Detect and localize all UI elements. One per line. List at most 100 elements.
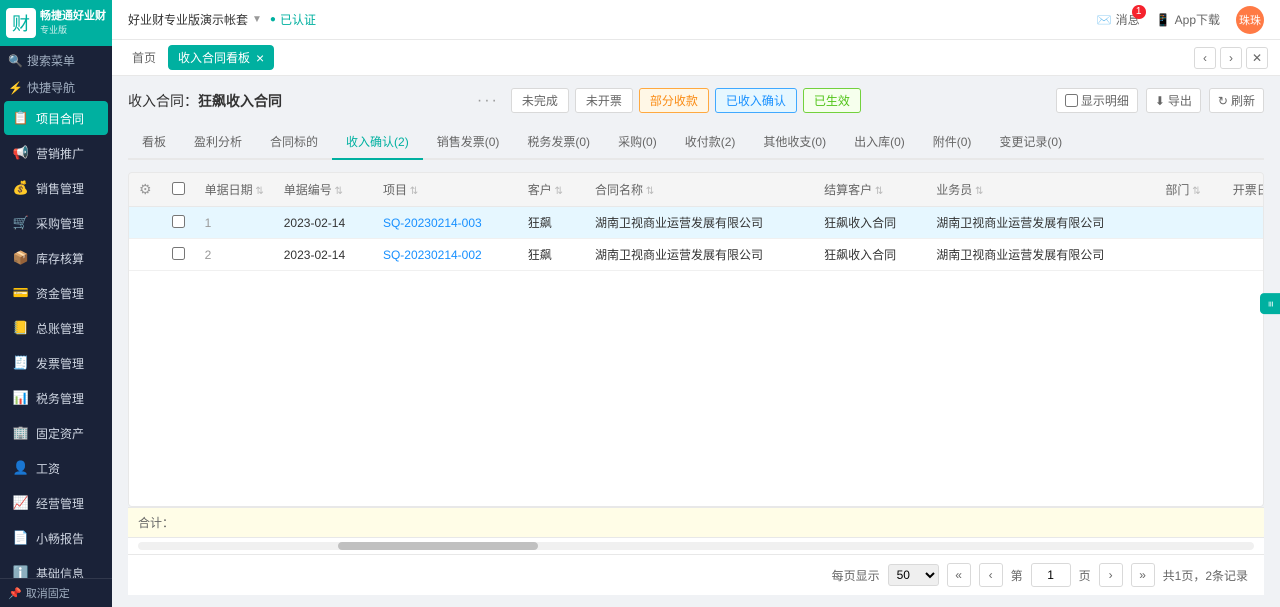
sidebar-item-fixed-assets[interactable]: 🏢 固定资产 bbox=[4, 416, 108, 450]
col-date[interactable]: 单据日期 bbox=[195, 173, 274, 207]
sidebar-item-ops[interactable]: 📈 经营管理 bbox=[4, 486, 108, 520]
tab-sales-invoice[interactable]: 销售发票(0) bbox=[423, 125, 514, 160]
sidebar-item-label: 基础信息 bbox=[36, 565, 84, 579]
tab-revenue-recognition[interactable]: 收入确认(2) bbox=[332, 125, 423, 160]
row-customer: 湖南卫视商业运营发展有限公司 bbox=[585, 207, 814, 239]
home-tab[interactable]: 首页 bbox=[124, 45, 164, 70]
status-confirmed[interactable]: 已收入确认 bbox=[715, 88, 797, 113]
export-button[interactable]: ⬇ 导出 bbox=[1146, 88, 1201, 113]
row-project: 狂飙 bbox=[518, 239, 585, 271]
search-menu[interactable]: 🔍 搜索菜单 bbox=[0, 46, 112, 75]
refresh-button[interactable]: ↻ 刷新 bbox=[1209, 88, 1264, 113]
tab-prev-button[interactable]: ‹ bbox=[1194, 47, 1216, 69]
first-page-button[interactable]: « bbox=[947, 563, 971, 587]
app-download-button[interactable]: 📱 App下载 bbox=[1156, 11, 1220, 28]
sidebar-item-invoice[interactable]: 🧾 发票管理 bbox=[4, 346, 108, 380]
per-page-select[interactable]: 50 100 200 bbox=[888, 564, 939, 586]
col-billing-customer[interactable]: 结算客户 bbox=[814, 173, 926, 207]
status-partial-payment[interactable]: 部分收款 bbox=[639, 88, 709, 113]
col-contract-name[interactable]: 合同名称 bbox=[585, 173, 814, 207]
logo-icon: 财 bbox=[6, 8, 36, 38]
close-tab-button[interactable]: × bbox=[256, 51, 264, 65]
row-order-no[interactable]: SQ-20230214-002 bbox=[373, 239, 518, 271]
order-link[interactable]: SQ-20230214-003 bbox=[383, 216, 482, 230]
more-options-button[interactable]: ··· bbox=[477, 92, 499, 110]
user-avatar[interactable]: 珠珠 bbox=[1236, 6, 1264, 34]
tab-kanban[interactable]: 看板 bbox=[128, 125, 180, 160]
sidebar-item-funds[interactable]: 💳 资金管理 bbox=[4, 276, 108, 310]
sidebar-item-label: 固定资产 bbox=[36, 425, 84, 442]
horizontal-scrollbar[interactable] bbox=[138, 542, 1254, 550]
sidebar-item-label: 发票管理 bbox=[36, 355, 84, 372]
funds-icon: 💳 bbox=[12, 284, 30, 302]
table-row[interactable]: 2 2023-02-14 SQ-20230214-002 狂飙 湖南卫视商业运营… bbox=[129, 239, 1264, 271]
active-tab[interactable]: 收入合同看板 × bbox=[168, 45, 274, 70]
prev-page-button[interactable]: ‹ bbox=[979, 563, 1003, 587]
page-number-input[interactable] bbox=[1031, 563, 1071, 587]
col-project[interactable]: 项目 bbox=[373, 173, 518, 207]
status-effective[interactable]: 已生效 bbox=[803, 88, 861, 113]
project-icon: 📋 bbox=[12, 109, 30, 127]
tab-nav: ‹ › ✕ bbox=[1194, 47, 1268, 69]
tab-next-button[interactable]: › bbox=[1220, 47, 1242, 69]
tab-contract-items[interactable]: 合同标的 bbox=[256, 125, 332, 160]
sidebar-item-basic-info[interactable]: ℹ️ 基础信息 bbox=[4, 556, 108, 578]
sidebar-item-purchase[interactable]: 🛒 采购管理 bbox=[4, 206, 108, 240]
detail-checkbox[interactable] bbox=[1065, 94, 1078, 107]
sidebar-item-label: 营销推广 bbox=[36, 145, 84, 162]
display-detail-toggle[interactable]: 显示明细 bbox=[1056, 88, 1138, 113]
sidebar-item-reports[interactable]: 📄 小畅报告 bbox=[4, 521, 108, 555]
display-detail-label: 显示明细 bbox=[1081, 92, 1129, 109]
tab-close-button[interactable]: ✕ bbox=[1246, 47, 1268, 69]
row-billing-customer: 湖南卫视商业运营发展有限公司 bbox=[926, 207, 1155, 239]
page-label-end: 页 bbox=[1079, 567, 1091, 584]
message-button[interactable]: ✉️ 消息 1 bbox=[1097, 11, 1140, 28]
company-selector[interactable]: 好业财专业版演示帐套 ▼ bbox=[128, 11, 262, 28]
status-uninvoiced[interactable]: 未开票 bbox=[575, 88, 633, 113]
col-order-no[interactable]: 单据编号 bbox=[274, 173, 373, 207]
sidebar-item-hr[interactable]: 👤 工资 bbox=[4, 451, 108, 485]
col-department[interactable]: 部门 bbox=[1155, 173, 1222, 207]
row-checkbox-cell[interactable] bbox=[162, 207, 195, 239]
order-link[interactable]: SQ-20230214-002 bbox=[383, 248, 482, 262]
sidebar-item-sales[interactable]: 💰 销售管理 bbox=[4, 171, 108, 205]
next-page-button[interactable]: › bbox=[1099, 563, 1123, 587]
tab-payment[interactable]: 收付款(2) bbox=[671, 125, 750, 160]
unpin-label: 取消固定 bbox=[26, 585, 70, 601]
select-all-col[interactable] bbox=[162, 173, 195, 207]
row-order-no[interactable]: SQ-20230214-003 bbox=[373, 207, 518, 239]
gear-icon[interactable]: ⚙ bbox=[139, 181, 152, 197]
tax-icon: 📊 bbox=[12, 389, 30, 407]
topbar-right: ✉️ 消息 1 📱 App下载 珠珠 bbox=[1097, 6, 1264, 34]
select-all-checkbox[interactable] bbox=[172, 182, 185, 195]
settings-col-header[interactable]: ⚙ bbox=[129, 173, 162, 207]
unpin-button[interactable]: 📌 取消固定 bbox=[0, 578, 112, 607]
tab-warehouse[interactable]: 出入库(0) bbox=[840, 125, 919, 160]
row-checkbox[interactable] bbox=[172, 247, 185, 260]
tab-profit-analysis[interactable]: 盈利分析 bbox=[180, 125, 256, 160]
sidebar-item-tax[interactable]: 📊 税务管理 bbox=[4, 381, 108, 415]
right-float-button[interactable]: ≡ bbox=[1260, 293, 1280, 315]
tab-other-income[interactable]: 其他收支(0) bbox=[749, 125, 840, 160]
sidebar-item-marketing[interactable]: 📢 营销推广 bbox=[4, 136, 108, 170]
row-checkbox-cell[interactable] bbox=[162, 239, 195, 271]
tab-purchase[interactable]: 采购(0) bbox=[604, 125, 671, 160]
quick-nav[interactable]: ⚡ 快捷导航 bbox=[0, 75, 112, 100]
sidebar-item-inventory[interactable]: 📦 库存核算 bbox=[4, 241, 108, 275]
status-incomplete[interactable]: 未完成 bbox=[511, 88, 569, 113]
tab-change-log[interactable]: 变更记录(0) bbox=[985, 125, 1076, 160]
col-invoice-date[interactable]: 开票日 bbox=[1223, 173, 1264, 207]
basic-info-icon: ℹ️ bbox=[12, 564, 30, 578]
contract-name: 狂飙收入合同 bbox=[198, 93, 282, 109]
avatar-text: 珠珠 bbox=[1239, 12, 1261, 28]
last-page-button[interactable]: » bbox=[1131, 563, 1155, 587]
col-salesperson[interactable]: 业务员 bbox=[926, 173, 1155, 207]
tab-attachments[interactable]: 附件(0) bbox=[919, 125, 986, 160]
col-customer[interactable]: 客户 bbox=[518, 173, 585, 207]
sidebar-item-general-ledger[interactable]: 📒 总账管理 bbox=[4, 311, 108, 345]
sidebar-item-project-contract[interactable]: 📋 项目合同 bbox=[4, 101, 108, 135]
row-checkbox[interactable] bbox=[172, 215, 185, 228]
tab-tax-invoice[interactable]: 税务发票(0) bbox=[513, 125, 604, 160]
scrollbar-thumb[interactable] bbox=[338, 542, 538, 550]
table-row[interactable]: 1 2023-02-14 SQ-20230214-003 狂飙 湖南卫视商业运营… bbox=[129, 207, 1264, 239]
